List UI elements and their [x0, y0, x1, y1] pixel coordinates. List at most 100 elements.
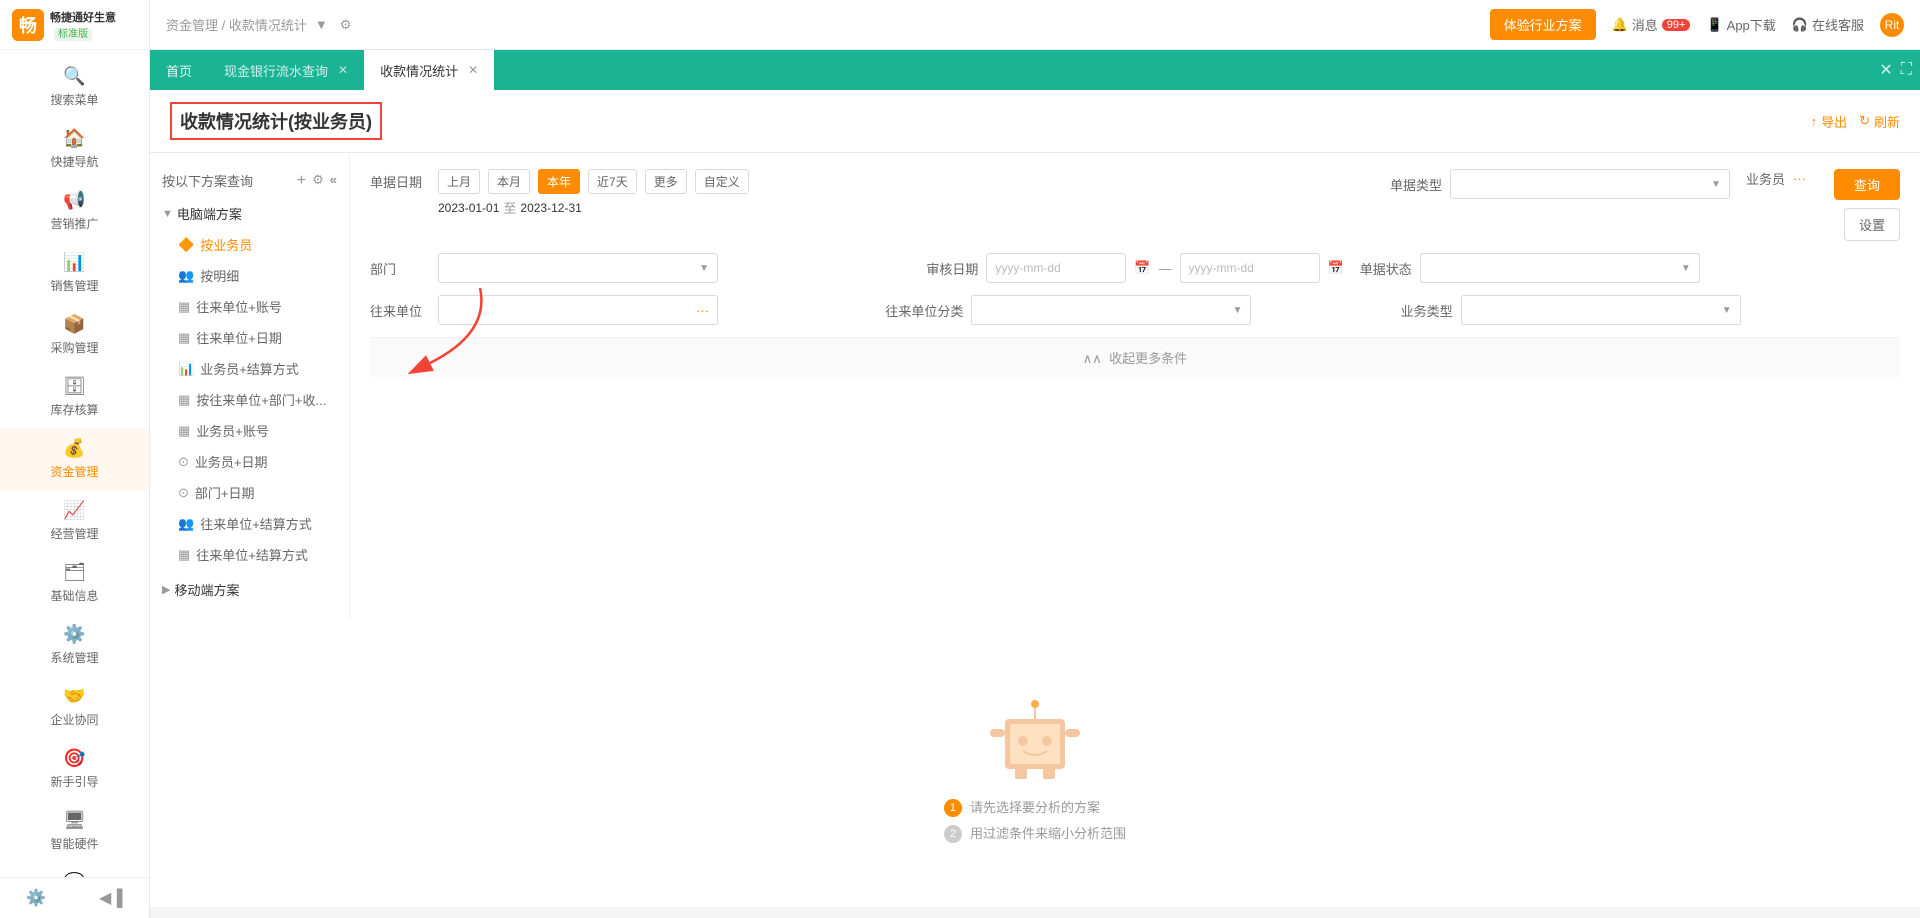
empty-steps: 1 请先选择要分析的方案 2 用过滤条件来缩小分析范围	[944, 795, 1126, 847]
sidebar-item-basic[interactable]: 🗂 基础信息	[0, 552, 149, 614]
scheme-item-partner-settle1[interactable]: 👥 往来单位+结算方式	[150, 508, 349, 539]
sidebar-item-sales[interactable]: 📊 销售管理	[0, 242, 149, 304]
breadcrumb: 资金管理 / 收款情况统计	[166, 15, 307, 34]
sidebar-item-purchase[interactable]: 📦 采购管理	[0, 304, 149, 366]
settings-icon[interactable]: ⚙	[340, 17, 352, 33]
partner-type-label: 往来单位分类	[885, 301, 963, 320]
sidebar-item-marketing[interactable]: 📢 营销推广	[0, 180, 149, 242]
chevron-right-icon: ▶	[162, 583, 170, 596]
partner-settle2-icon: ▦	[178, 547, 190, 563]
sidebar-item-wechat[interactable]: 💬 企业微信	[0, 862, 149, 877]
voucher-status-select[interactable]: ▼	[1420, 253, 1700, 283]
dept-group: 部门 ▼	[370, 253, 910, 283]
sidebar-item-label: 新手引导	[50, 773, 98, 790]
scheme-item-dept-date[interactable]: ⊙ 部门+日期	[150, 477, 349, 508]
sidebar-item-guide[interactable]: 🎯 新手引导	[0, 738, 149, 800]
date-btn-more[interactable]: 更多	[645, 169, 687, 194]
sidebar-item-label: 基础信息	[50, 587, 98, 604]
online-service-action[interactable]: 🎧 在线客服	[1792, 15, 1864, 34]
empty-step-1: 1 请先选择要分析的方案	[944, 795, 1126, 821]
page-title-actions: ↑ 导出 ↻ 刷新	[1811, 112, 1900, 131]
message-action[interactable]: 🔔 消息 99+	[1612, 15, 1691, 34]
search-icon: 🔍	[63, 66, 85, 87]
refresh-button[interactable]: ↻ 刷新	[1859, 112, 1900, 131]
refresh-label: 刷新	[1874, 112, 1900, 131]
empty-state: 1 请先选择要分析的方案 2 用过滤条件来缩小分析范围	[150, 619, 1920, 907]
date-btn-last-month[interactable]: 上月	[438, 169, 480, 194]
sidebar-item-hardware[interactable]: 🖥 智能硬件	[0, 800, 149, 862]
scheme-item-partner-dept[interactable]: ▦ 按往来单位+部门+收...	[150, 384, 349, 415]
partner-more-icon[interactable]: ···	[696, 303, 709, 318]
query-button[interactable]: 查询	[1834, 169, 1900, 200]
tab-close-all-icon[interactable]: ✕	[1879, 60, 1892, 80]
review-date-to-input[interactable]: yyyy-mm-dd	[1180, 253, 1320, 283]
logo-icon: 畅	[12, 9, 44, 41]
sidebar-item-inventory[interactable]: 🗄 库存核算	[0, 366, 149, 428]
sidebar-item-enterprise[interactable]: 🤝 企业协同	[0, 676, 149, 738]
partner-select[interactable]: ···	[438, 295, 718, 325]
collapse-scheme-icon[interactable]: «	[330, 172, 337, 190]
date-btn-custom[interactable]: 自定义	[695, 169, 749, 194]
scheme-item-partner-account[interactable]: ▦ 往来单位+账号	[150, 291, 349, 322]
sidebar-item-quicknav[interactable]: 🏠 快捷导航	[0, 118, 149, 180]
scheme-item-sales-account[interactable]: ▦ 业务员+账号	[150, 415, 349, 446]
date-btn-7days[interactable]: 近7天	[588, 169, 637, 194]
sidebar-item-system[interactable]: ⚙️ 系统管理	[0, 614, 149, 676]
filter-sidebar-icons: + ⚙ «	[297, 172, 337, 190]
salesperson-scheme-icon: 🔶	[178, 237, 194, 253]
mobile-section-header[interactable]: ▶ 移动端方案	[150, 574, 349, 605]
dept-date-icon: ⊙	[178, 485, 189, 501]
filter-sidebar-header: 按以下方案查询 + ⚙ «	[150, 163, 349, 198]
partner-settle1-icon: 👥	[178, 516, 194, 532]
calendar-from-icon[interactable]: 📅	[1134, 260, 1150, 276]
collapse-bar[interactable]: ∧∧ 收起更多条件	[370, 337, 1900, 377]
filter-row-3: 往来单位 ··· 往来单位分类 ▼ 业务	[370, 295, 1900, 325]
sidebar-collapse-icon[interactable]: ◀▐	[99, 888, 123, 908]
dropdown-icon[interactable]: ▼	[315, 17, 328, 32]
dept-label: 部门	[370, 259, 430, 278]
scheme-item-partner-date[interactable]: ▦ 往来单位+日期	[150, 322, 349, 353]
calendar-to-icon[interactable]: 📅	[1328, 260, 1344, 276]
date-btn-this-year[interactable]: 本年	[538, 169, 580, 194]
voucher-type-select[interactable]: ▼	[1450, 169, 1730, 199]
scheme-item-sales-date[interactable]: ⊙ 业务员+日期	[150, 446, 349, 477]
sidebar-settings-icon[interactable]: ⚙️	[26, 888, 46, 908]
chevron-down-icon: ▼	[1722, 305, 1732, 316]
trial-button[interactable]: 体验行业方案	[1490, 9, 1596, 40]
scheme-item-salesperson[interactable]: 🔶 按业务员	[150, 229, 349, 260]
salesperson-label: 业务员	[1746, 169, 1785, 188]
scheme-item-partner-settle2[interactable]: ▦ 往来单位+结算方式	[150, 539, 349, 570]
partner-date-icon: ▦	[178, 330, 190, 346]
tab-bank[interactable]: 现金银行流水查询 ✕	[208, 50, 364, 90]
sidebar-item-finance[interactable]: 💰 资金管理	[0, 428, 149, 490]
tab-bar: 首页 现金银行流水查询 ✕ 收款情况统计 ✕ ✕ ⛶	[150, 50, 1920, 90]
finance-icon: 💰	[63, 438, 85, 459]
scheme-item-detail[interactable]: 👥 按明细	[150, 260, 349, 291]
sidebar-item-operation[interactable]: 📈 经营管理	[0, 490, 149, 552]
tab-collection[interactable]: 收款情况统计 ✕	[364, 50, 494, 90]
sidebar-item-search[interactable]: 🔍 搜索菜单	[0, 56, 149, 118]
tab-collection-close[interactable]: ✕	[468, 63, 478, 77]
settings-button[interactable]: 设置	[1844, 208, 1900, 241]
export-button[interactable]: ↑ 导出	[1811, 112, 1848, 131]
salesperson-group: 业务员 ···	[1746, 169, 1806, 188]
filter-sidebar-title: 按以下方案查询	[162, 171, 253, 190]
app-download-action[interactable]: 📱 App下载	[1706, 15, 1775, 34]
add-scheme-icon[interactable]: +	[297, 172, 306, 190]
date-btn-this-month[interactable]: 本月	[488, 169, 530, 194]
user-avatar[interactable]: Rit	[1880, 13, 1904, 37]
date-filter-row: 单据日期 上月 本月 本年 近7天 更多 自定义	[370, 169, 1374, 194]
dept-select[interactable]: ▼	[438, 253, 718, 283]
biz-type-select[interactable]: ▼	[1461, 295, 1741, 325]
salesperson-more-icon[interactable]: ···	[1793, 171, 1806, 186]
tab-fullscreen-icon[interactable]: ⛶	[1901, 61, 1912, 79]
settings-scheme-icon[interactable]: ⚙	[312, 172, 324, 190]
filter-actions: 查询 设置	[1822, 169, 1900, 241]
pc-section-header[interactable]: ▼ 电脑端方案	[150, 198, 349, 229]
scheme-item-sales-settlement[interactable]: 📊 业务员+结算方式	[150, 353, 349, 384]
sales-date-icon: ⊙	[178, 454, 189, 470]
review-date-from-input[interactable]: yyyy-mm-dd	[986, 253, 1126, 283]
tab-bank-close[interactable]: ✕	[338, 63, 348, 77]
tab-home[interactable]: 首页	[150, 50, 208, 90]
partner-type-select[interactable]: ▼	[971, 295, 1251, 325]
